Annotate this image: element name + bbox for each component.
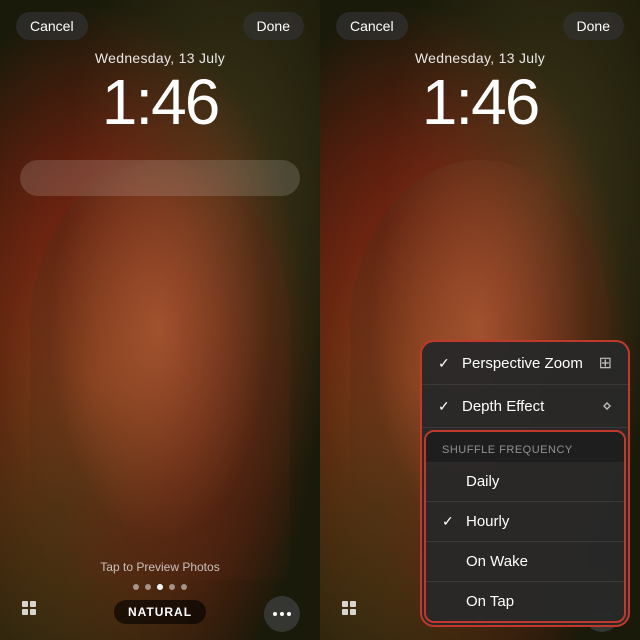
left-dot-2 [145,584,151,590]
hourly-check: ✓ [442,513,458,530]
right-done-button[interactable]: Done [563,12,624,40]
left-grid-icon[interactable] [20,599,42,626]
left-lock-info: Wednesday, 13 July 1:46 [0,50,320,134]
left-dot-4 [169,584,175,590]
hourly-left: ✓ Hourly [442,513,509,530]
on-tap-left: ✓ On Tap [442,593,514,610]
depth-effect-item[interactable]: ✓ Depth Effect ⋄ [422,385,628,428]
daily-label: Daily [466,473,499,490]
on-tap-label: On Tap [466,593,514,610]
context-menu: ✓ Perspective Zoom ⊞ ✓ Depth Effect ⋄ Sh… [420,340,630,627]
left-dot-3 [157,584,163,590]
left-three-dots-button[interactable] [264,596,300,632]
perspective-zoom-check: ✓ [438,355,454,372]
on-tap-item[interactable]: ✓ On Tap [426,582,624,621]
on-wake-left: ✓ On Wake [442,553,528,570]
left-dot-5 [181,584,187,590]
left-widget-bar [20,160,300,196]
perspective-zoom-icon: ⊞ [599,353,612,373]
left-done-button[interactable]: Done [243,12,304,40]
left-date: Wednesday, 13 July [0,50,320,66]
dot-2 [280,612,284,616]
shuffle-section: Shuffle Frequency ✓ Daily ✓ Hourly ✓ [424,430,626,623]
person-bg [30,160,290,580]
daily-item[interactable]: ✓ Daily [426,462,624,502]
hourly-item[interactable]: ✓ Hourly [426,502,624,542]
perspective-zoom-label: Perspective Zoom [462,355,583,372]
left-three-dots-container[interactable] [264,596,300,632]
right-phone-panel: Cancel Done Wednesday, 13 July 1:46 ✓ Pe… [320,0,640,640]
on-wake-label: On Wake [466,553,528,570]
dot-3 [287,612,291,616]
right-time: 1:46 [320,70,640,134]
left-dots-row [133,584,187,590]
left-time: 1:46 [0,70,320,134]
shuffle-frequency-title: Shuffle Frequency [442,444,573,456]
hourly-label: Hourly [466,513,509,530]
right-lock-info: Wednesday, 13 July 1:46 [320,50,640,134]
right-cancel-button[interactable]: Cancel [336,12,408,40]
depth-effect-icon: ⋄ [602,396,612,416]
shuffle-frequency-header: Shuffle Frequency [426,432,624,462]
perspective-zoom-item[interactable]: ✓ Perspective Zoom ⊞ [422,342,628,385]
depth-effect-left: ✓ Depth Effect [438,398,544,415]
left-phone-panel: Cancel Done Wednesday, 13 July 1:46 Tap … [0,0,320,640]
left-natural-badge: NATURAL [114,600,206,624]
right-date: Wednesday, 13 July [320,50,640,66]
left-dot-1 [133,584,139,590]
perspective-zoom-left: ✓ Perspective Zoom [438,355,583,372]
left-top-bar: Cancel Done [0,0,320,52]
left-tap-preview: Tap to Preview Photos [100,560,219,574]
right-top-bar: Cancel Done [320,0,640,52]
left-cancel-button[interactable]: Cancel [16,12,88,40]
daily-left: ✓ Daily [442,473,499,490]
left-widget-pill [20,160,300,196]
dot-1 [273,612,277,616]
on-wake-item[interactable]: ✓ On Wake [426,542,624,582]
depth-effect-label: Depth Effect [462,398,544,415]
depth-effect-check: ✓ [438,398,454,415]
